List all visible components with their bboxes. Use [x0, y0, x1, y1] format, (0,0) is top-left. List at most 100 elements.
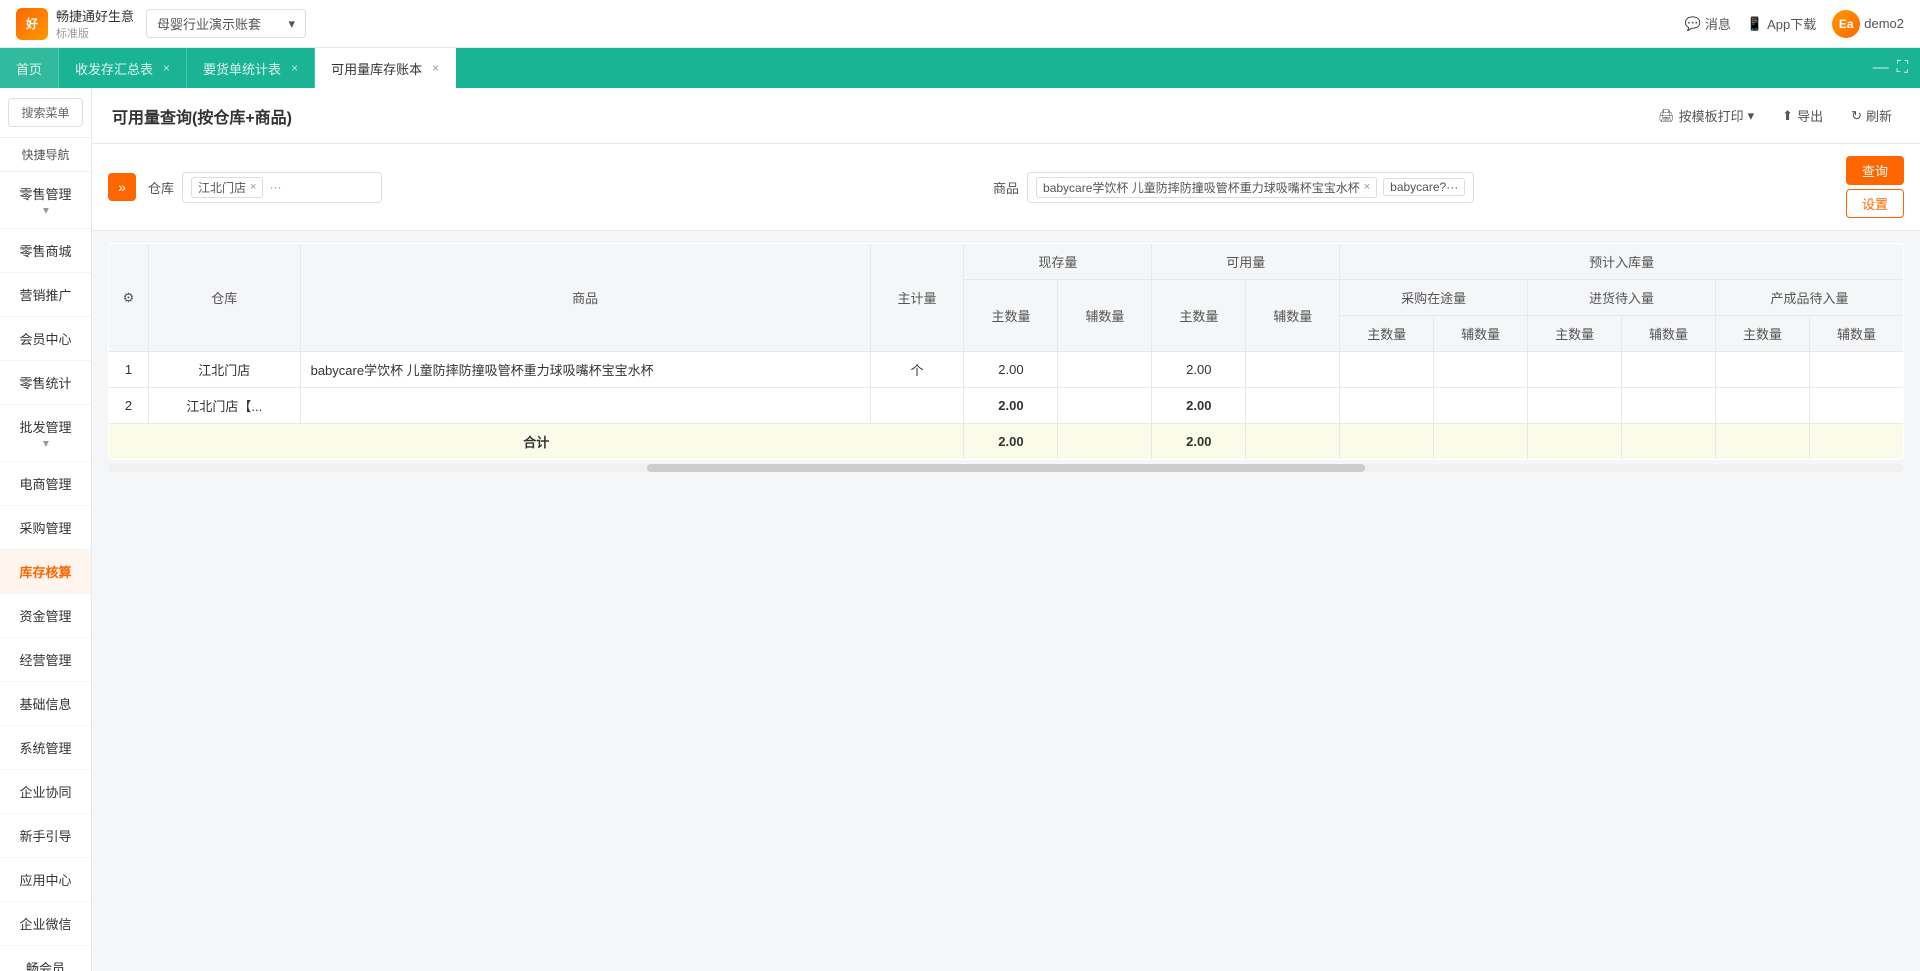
filter-action-buttons: 查询 设置 [1846, 156, 1904, 218]
sidebar-item-retail-mgmt-label: 零售管理 [19, 184, 71, 203]
sidebar-item-marketing[interactable]: 营销推广 [0, 273, 91, 317]
product-tag-1-text: babycare学饮杯 儿童防摔防撞吸管杯重力球吸嘴杯宝宝水杯 [1043, 179, 1360, 196]
th-available-aux: 辅数量 [1246, 280, 1340, 352]
app-download-button[interactable]: 📱 App下载 [1747, 14, 1816, 33]
cell-purchase-aux-1 [1434, 352, 1528, 388]
sidebar-item-app-center[interactable]: 应用中心 [0, 858, 91, 902]
cell-unit-1: 个 [870, 352, 964, 388]
search-menu-button[interactable]: 搜索菜单 [8, 98, 83, 127]
sidebar-item-system-mgmt-label: 系统管理 [19, 738, 71, 757]
cell-incoming-main-2 [1528, 388, 1622, 424]
table-row: 1 江北门店 babycare学饮杯 儿童防摔防撞吸管杯重力球吸嘴杯宝宝水杯 个… [109, 352, 1904, 388]
sidebar-item-finance[interactable]: 资金管理 [0, 594, 91, 638]
tab-receive-send-close[interactable]: × [163, 61, 170, 75]
tab-minimize-icon[interactable]: — [1873, 59, 1889, 77]
warehouse-more[interactable]: ··· [269, 180, 281, 194]
sidebar-item-quick-nav[interactable]: 快捷导航 [0, 138, 91, 172]
template-badge: 标准版 [56, 25, 134, 41]
product-tag-1-close[interactable]: × [1364, 181, 1370, 193]
top-bar-right: 💬 消息 📱 App下载 Ea demo2 [1685, 10, 1904, 38]
tab-order-stats-close[interactable]: × [291, 61, 298, 75]
cell-no-2: 2 [109, 388, 149, 424]
product-input[interactable]: babycare学饮杯 儿童防摔防撞吸管杯重力球吸嘴杯宝宝水杯 × babyca… [1027, 172, 1474, 203]
message-label: 消息 [1705, 14, 1731, 33]
summary-label: 合计 [109, 424, 964, 460]
sidebar-item-ecommerce[interactable]: 电商管理 [0, 462, 91, 506]
export-icon: ⬆ [1782, 108, 1793, 124]
sidebar-item-enterprise-wechat[interactable]: 企业微信 [0, 902, 91, 946]
chevron-down-icon-print: ▾ [1748, 108, 1755, 124]
sidebar-item-marketing-label: 营销推广 [19, 285, 71, 304]
warehouse-tag-jb-close[interactable]: × [250, 181, 256, 193]
cell-current-main-2: 2.00 [964, 388, 1058, 424]
summary-incoming-main [1528, 424, 1622, 460]
cell-current-main-1: 2.00 [964, 352, 1058, 388]
logo-text-area: 畅捷通好生意 标准版 [56, 6, 134, 41]
sidebar-item-retail-stats-label: 零售统计 [19, 373, 71, 392]
logo-area: 好 畅捷通好生意 标准版 [16, 6, 134, 41]
tab-order-stats[interactable]: 要货单统计表 × [187, 48, 315, 88]
message-icon: 💬 [1685, 16, 1701, 32]
mobile-icon: 📱 [1747, 16, 1763, 32]
top-bar: 好 畅捷通好生意 标准版 母婴行业演示账套 ▾ 💬 消息 📱 App下载 Ea … [0, 0, 1920, 48]
settings-button[interactable]: 设置 [1846, 189, 1904, 218]
user-area[interactable]: Ea demo2 [1832, 10, 1904, 38]
th-product: 商品 [300, 244, 870, 352]
sidebar-item-retail-mall[interactable]: 零售商城 [0, 229, 91, 273]
print-button[interactable]: 🖨 按模板打印 ▾ [1650, 102, 1762, 129]
tab-home[interactable]: 首页 [0, 48, 59, 88]
warehouse-tag-jb: 江北门店 × [191, 177, 263, 198]
print-label: 按模板打印 [1679, 106, 1744, 125]
th-purchase-transit-group: 采购在途量 [1340, 280, 1528, 316]
cell-purchase-main-2 [1340, 388, 1434, 424]
query-button[interactable]: 查询 [1846, 156, 1904, 185]
sidebar-item-purchase-mgmt[interactable]: 采购管理 [0, 506, 91, 550]
filter-expand-button[interactable]: » [108, 173, 136, 201]
th-available-group: 可用量 [1152, 244, 1340, 280]
sidebar-item-member-center[interactable]: 会员中心 [0, 317, 91, 361]
cell-warehouse-1: 江北门店 [149, 352, 301, 388]
tab-maximize-icon[interactable]: ⛶ [1897, 59, 1908, 77]
export-label: 导出 [1797, 106, 1823, 125]
tab-available-stock[interactable]: 可用量库存账本 × [315, 48, 456, 88]
export-button[interactable]: ⬆ 导出 [1774, 102, 1831, 129]
scrollbar-thumb[interactable] [647, 464, 1365, 472]
cell-unit-2 [870, 388, 964, 424]
warehouse-input[interactable]: 江北门店 × ··· [182, 172, 382, 203]
horizontal-scrollbar[interactable] [108, 464, 1904, 472]
product-tag-2: babycare?··· [1383, 178, 1465, 196]
sidebar-item-wholesale-mgmt[interactable]: 批发管理 ▲ [0, 405, 91, 462]
app-name: 畅捷通好生意 [56, 6, 134, 25]
industry-label: 母婴行业演示账套 [157, 14, 261, 33]
cell-incoming-aux-2 [1622, 388, 1716, 424]
sidebar-item-inventory[interactable]: 库存核算 [0, 550, 91, 594]
summary-available-aux [1246, 424, 1340, 460]
sidebar-item-retail-stats[interactable]: 零售统计 [0, 361, 91, 405]
product-tag-1: babycare学饮杯 儿童防摔防撞吸管杯重力球吸嘴杯宝宝水杯 × [1036, 177, 1377, 198]
sidebar-item-basic-info-label: 基础信息 [19, 694, 71, 713]
cell-current-aux-1 [1058, 352, 1152, 388]
refresh-button[interactable]: ↻ 刷新 [1843, 102, 1900, 129]
sidebar-item-inventory-label: 库存核算 [19, 562, 71, 581]
summary-current-aux [1058, 424, 1152, 460]
sidebar-item-basic-info[interactable]: 基础信息 [0, 682, 91, 726]
product-filter-label: 商品 [993, 178, 1019, 197]
th-finished-main: 主数量 [1715, 316, 1809, 352]
summary-incoming-aux [1622, 424, 1716, 460]
refresh-icon: ↻ [1851, 108, 1862, 124]
sidebar-item-enterprise-collab[interactable]: 企业协同 [0, 770, 91, 814]
tab-receive-send[interactable]: 收发存汇总表 × [59, 48, 187, 88]
sidebar-item-business-mgmt[interactable]: 经营管理 [0, 638, 91, 682]
sidebar-item-purchase-mgmt-label: 采购管理 [19, 518, 71, 537]
cell-available-aux-1 [1246, 352, 1340, 388]
tab-receive-send-label: 收发存汇总表 [75, 59, 153, 78]
th-gear[interactable]: ⚙ [109, 244, 149, 352]
sidebar-item-new-guide[interactable]: 新手引导 [0, 814, 91, 858]
sidebar-item-retail-mgmt[interactable]: 零售管理 ▲ [0, 172, 91, 229]
industry-select[interactable]: 母婴行业演示账套 ▾ [146, 9, 306, 38]
sidebar-item-system-mgmt[interactable]: 系统管理 [0, 726, 91, 770]
sidebar-item-vip-member[interactable]: 畅会员 [0, 946, 91, 971]
tab-available-stock-close[interactable]: × [432, 61, 439, 75]
message-button[interactable]: 💬 消息 [1685, 14, 1731, 33]
page-header: 可用量查询(按仓库+商品) 🖨 按模板打印 ▾ ⬆ 导出 ↻ 刷新 [92, 88, 1920, 144]
